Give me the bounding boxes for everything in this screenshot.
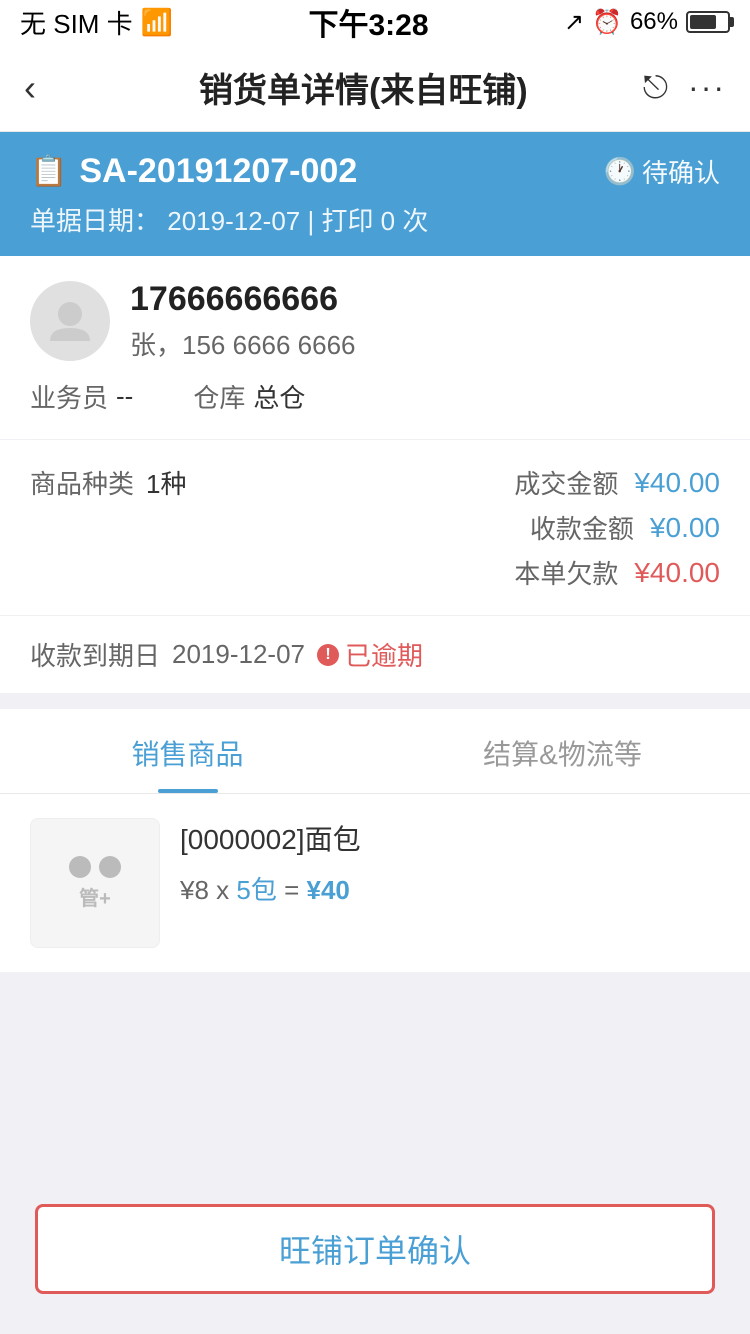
price-equals: = (277, 875, 307, 905)
warehouse-value: 总仓 (253, 378, 305, 415)
nav-right-actions: ⎋ ··· (643, 69, 726, 107)
carrier-text: 无 SIM 卡 (20, 4, 133, 41)
print-count: | 打印 0 次 (307, 206, 428, 236)
tab-bar: 销售商品 结算&物流等 (0, 709, 750, 794)
share-button[interactable]: ⎋ (643, 69, 668, 107)
order-date-row: 单据日期： 2019-12-07 | 打印 0 次 (30, 201, 720, 238)
warehouse-meta: 仓库 总仓 (193, 378, 305, 415)
sales-label: 业务员 (30, 378, 108, 415)
product-item: 管+ [0000002]面包 ¥8 x 5包 = ¥40 (0, 794, 750, 972)
status-carrier: 无 SIM 卡 📶 (20, 4, 173, 41)
tab-settlement-label: 结算&物流等 (483, 739, 642, 770)
alarm-icon: ⏰ (592, 8, 622, 37)
wifi-icon: 📶 (141, 7, 173, 38)
sales-meta: 业务员 -- (30, 378, 133, 415)
clock-icon: 🕐 (604, 156, 636, 187)
owl-eye-right (99, 856, 121, 878)
product-image: 管+ (30, 818, 160, 948)
location-icon: ↗ (564, 8, 584, 37)
battery-fill (690, 15, 716, 29)
order-status-text: 待确认 (642, 153, 720, 190)
received-value: ¥0.00 (650, 512, 720, 544)
product-name: [0000002]面包 (180, 818, 720, 858)
received-label: 收款金额 (530, 509, 634, 546)
owl-eye-left (69, 856, 91, 878)
order-icon: 📋 (30, 154, 67, 189)
date-label: 单据日期： (30, 206, 160, 236)
sales-value: -- (116, 381, 133, 412)
battery-icon (686, 11, 730, 33)
amount-summary: 成交金额 ¥40.00 收款金额 ¥0.00 本单欠款 ¥40.00 (514, 464, 720, 591)
category-value: 1种 (146, 464, 186, 501)
status-right: ↗ ⏰ 66% (564, 8, 730, 37)
battery-percent: 66% (630, 8, 678, 36)
order-date: 2019-12-07 (167, 206, 300, 236)
summary-section: 商品种类 1种 成交金额 ¥40.00 收款金额 ¥0.00 本单欠款 ¥40.… (0, 440, 750, 615)
order-id: 📋 SA-20191207-002 (30, 152, 357, 191)
overdue-text: 已逾期 (345, 636, 423, 673)
customer-section: 17666666666 张，156 6666 6666 业务员 -- 仓库 总仓 (0, 256, 750, 439)
product-price: ¥8 x 5包 = ¥40 (180, 870, 720, 907)
product-info: [0000002]面包 ¥8 x 5包 = ¥40 (180, 818, 720, 948)
category-label: 商品种类 (30, 464, 134, 501)
due-date-section: 收款到期日 2019-12-07 ! 已逾期 (0, 615, 750, 693)
owed-row: 本单欠款 ¥40.00 (514, 554, 720, 591)
tab-sales-label: 销售商品 (131, 739, 243, 770)
price-qty: 5包 (236, 875, 276, 905)
status-time: 下午3:28 (308, 0, 428, 44)
order-header-banner: 📋 SA-20191207-002 🕐 待确认 单据日期： 2019-12-07… (0, 132, 750, 256)
overdue-badge: ! 已逾期 (317, 636, 423, 673)
received-row: 收款金额 ¥0.00 (530, 509, 720, 546)
overdue-icon: ! (317, 644, 339, 666)
transaction-row: 成交金额 ¥40.00 (514, 464, 720, 501)
owed-label: 本单欠款 (514, 554, 618, 591)
price-total: ¥40 (306, 875, 349, 905)
avatar-icon (45, 296, 95, 346)
more-button[interactable]: ··· (688, 69, 726, 106)
confirm-button[interactable]: 旺铺订单确认 (35, 1204, 715, 1294)
customer-meta: 业务员 -- 仓库 总仓 (30, 378, 720, 415)
owl-label: 管+ (79, 882, 111, 911)
avatar (30, 281, 110, 361)
owed-value: ¥40.00 (634, 557, 720, 589)
category-info: 商品种类 1种 (30, 464, 186, 501)
order-id-text: SA-20191207-002 (79, 152, 357, 191)
confirm-button-label: 旺铺订单确认 (279, 1226, 471, 1272)
customer-name: 张，156 6666 6666 (130, 325, 720, 362)
customer-row: 17666666666 张，156 6666 6666 (30, 280, 720, 362)
nav-bar: ‹ 销货单详情(来自旺铺) ⎋ ··· (0, 44, 750, 132)
status-bar: 无 SIM 卡 📶 下午3:28 ↗ ⏰ 66% (0, 0, 750, 44)
back-button[interactable]: ‹ (24, 67, 84, 109)
tab-settlement[interactable]: 结算&物流等 (375, 709, 750, 793)
confirm-button-wrapper: 旺铺订单确认 (35, 1204, 715, 1294)
customer-info: 17666666666 张，156 6666 6666 (130, 280, 720, 362)
page-title: 销货单详情(来自旺铺) (199, 63, 528, 112)
tab-section: 销售商品 结算&物流等 管+ [0000002]面包 ¥8 x 5包 = ¥40 (0, 709, 750, 972)
owl-eyes (69, 856, 121, 878)
customer-phone: 17666666666 (130, 280, 720, 319)
transaction-label: 成交金额 (514, 464, 618, 501)
transaction-value: ¥40.00 (634, 467, 720, 499)
due-date: 2019-12-07 (172, 639, 305, 670)
due-label: 收款到期日 (30, 636, 160, 673)
section-gap-1 (0, 693, 750, 709)
product-image-inner: 管+ (69, 856, 121, 911)
warehouse-label: 仓库 (193, 378, 245, 415)
price-base: ¥8 x (180, 875, 236, 905)
order-status: 🕐 待确认 (604, 153, 720, 190)
order-id-row: 📋 SA-20191207-002 🕐 待确认 (30, 152, 720, 191)
tab-sales-product[interactable]: 销售商品 (0, 709, 375, 793)
